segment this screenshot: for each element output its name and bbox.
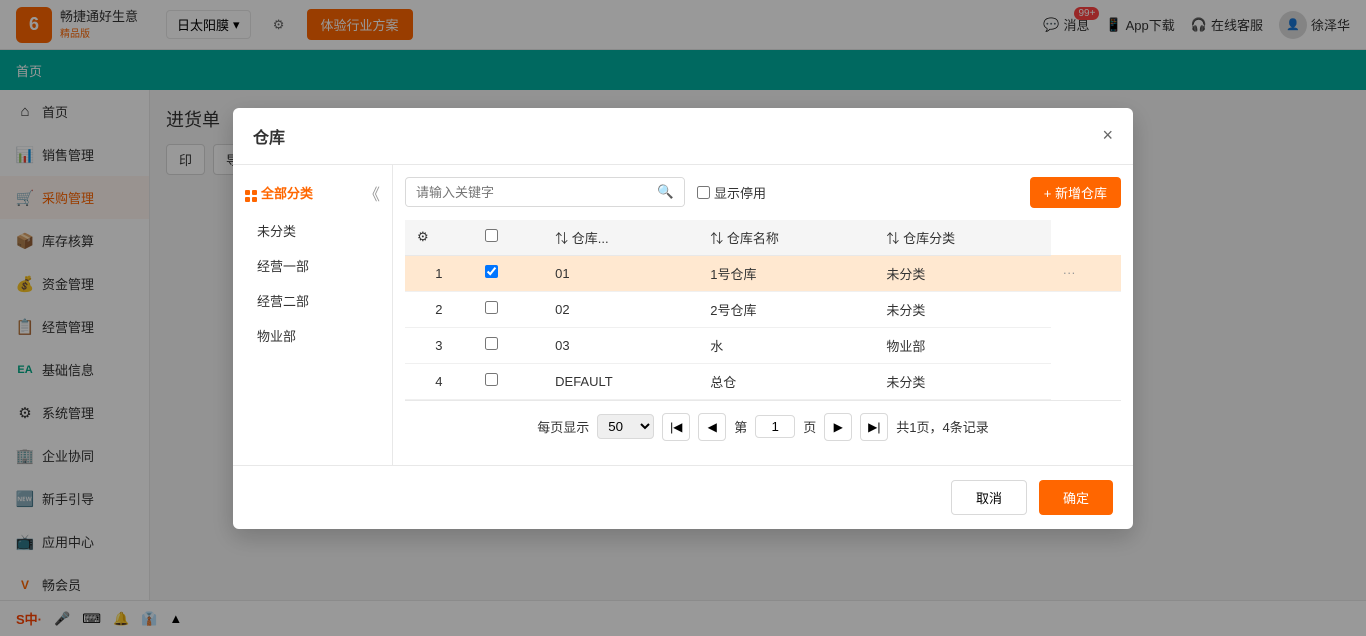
modal-body: 全部分类 《 未分类 经营一部 经营二部 物业部 🔍: [233, 165, 1133, 465]
per-page-select[interactable]: 50 20 100: [597, 414, 654, 439]
category-all-label: 全部分类: [245, 183, 313, 202]
sort-icon: ⇅: [555, 231, 568, 246]
show-disabled-checkbox[interactable]: [697, 186, 710, 199]
per-page-label: 每页显示: [537, 417, 589, 436]
row-checkbox[interactable]: [473, 363, 543, 399]
row-num: 3: [405, 327, 473, 363]
row-checkbox[interactable]: [473, 327, 543, 363]
row-category: 未分类: [874, 255, 1050, 291]
page-label: 第: [734, 417, 747, 436]
row-checkbox[interactable]: [473, 291, 543, 327]
row-select-checkbox[interactable]: [485, 373, 498, 386]
row-name: 总仓: [698, 363, 874, 399]
category-item-ops2[interactable]: 经营二部: [233, 283, 392, 318]
table-area: 🔍 显示停用 + 新增仓库 ⚙ ⇅: [393, 165, 1133, 465]
row-code: DEFAULT: [543, 363, 698, 399]
show-disabled-label[interactable]: 显示停用: [697, 183, 766, 202]
col-category: ⇅ 仓库分类: [874, 220, 1050, 256]
row-select-checkbox[interactable]: [485, 337, 498, 350]
row-checkbox[interactable]: [473, 255, 543, 291]
search-input[interactable]: [406, 179, 647, 206]
row-category: 未分类: [874, 291, 1050, 327]
modal-header: 仓库 ×: [233, 108, 1133, 165]
table-row[interactable]: 1 01 1号仓库 未分类 ···: [405, 255, 1121, 291]
sort-icon-name: ⇅: [710, 231, 723, 246]
page-input[interactable]: [755, 415, 795, 438]
select-all-checkbox[interactable]: [485, 229, 498, 242]
more-actions-btn[interactable]: ···: [1063, 265, 1076, 280]
search-btn[interactable]: 🔍: [647, 178, 684, 206]
first-page-btn[interactable]: |◀: [662, 413, 690, 441]
row-name: 水: [698, 327, 874, 363]
category-sidebar: 全部分类 《 未分类 经营一部 经营二部 物业部: [233, 165, 393, 465]
row-select-checkbox[interactable]: [485, 301, 498, 314]
cancel-btn[interactable]: 取消: [951, 480, 1027, 515]
warehouse-table: ⚙ ⇅ 仓库... ⇅ 仓库名称 ⇅: [405, 220, 1121, 400]
sort-icon-cat: ⇅: [886, 231, 899, 246]
warehouse-modal: 仓库 × 全部分类 《: [233, 108, 1133, 529]
row-code: 01: [543, 255, 698, 291]
grid-icon: [245, 190, 257, 202]
col-settings[interactable]: ⚙: [405, 220, 473, 256]
table-row[interactable]: 4 DEFAULT 总仓 未分类: [405, 363, 1121, 399]
modal-footer: 取消 确定: [233, 465, 1133, 529]
modal-overlay: 仓库 × 全部分类 《: [0, 0, 1366, 636]
search-box: 🔍: [405, 177, 685, 207]
row-name: 2号仓库: [698, 291, 874, 327]
category-all-header[interactable]: 全部分类 《: [233, 173, 392, 213]
row-code: 03: [543, 327, 698, 363]
collapse-icon[interactable]: 《: [364, 181, 380, 205]
page-suffix: 页: [803, 417, 816, 436]
add-warehouse-btn[interactable]: + 新增仓库: [1030, 177, 1121, 208]
prev-page-btn[interactable]: ◀: [698, 413, 726, 441]
row-name: 1号仓库: [698, 255, 874, 291]
table-row[interactable]: 2 02 2号仓库 未分类: [405, 291, 1121, 327]
modal-close-btn[interactable]: ×: [1102, 125, 1113, 146]
col-checkbox-all[interactable]: [473, 220, 543, 256]
row-num: 2: [405, 291, 473, 327]
category-item-unclassified[interactable]: 未分类: [233, 213, 392, 248]
row-category: 未分类: [874, 363, 1050, 399]
category-item-ops1[interactable]: 经营一部: [233, 248, 392, 283]
row-actions[interactable]: ···: [1051, 255, 1121, 291]
last-page-btn[interactable]: ▶|: [860, 413, 888, 441]
table-row[interactable]: 3 03 水 物业部: [405, 327, 1121, 363]
row-num: 4: [405, 363, 473, 399]
confirm-btn[interactable]: 确定: [1039, 480, 1113, 515]
modal-title: 仓库: [253, 124, 285, 148]
next-page-btn[interactable]: ▶: [824, 413, 852, 441]
table-toolbar: 🔍 显示停用 + 新增仓库: [405, 177, 1121, 208]
row-num: 1: [405, 255, 473, 291]
category-item-property[interactable]: 物业部: [233, 318, 392, 353]
row-code: 02: [543, 291, 698, 327]
pagination: 每页显示 50 20 100 |◀ ◀ 第 页 ▶ ▶| 共1页，4条记录: [405, 400, 1121, 453]
col-name: ⇅ 仓库名称: [698, 220, 874, 256]
row-category: 物业部: [874, 327, 1050, 363]
total-info: 共1页，4条记录: [896, 417, 988, 436]
row-select-checkbox[interactable]: [485, 265, 498, 278]
col-code: ⇅ 仓库...: [543, 220, 698, 256]
